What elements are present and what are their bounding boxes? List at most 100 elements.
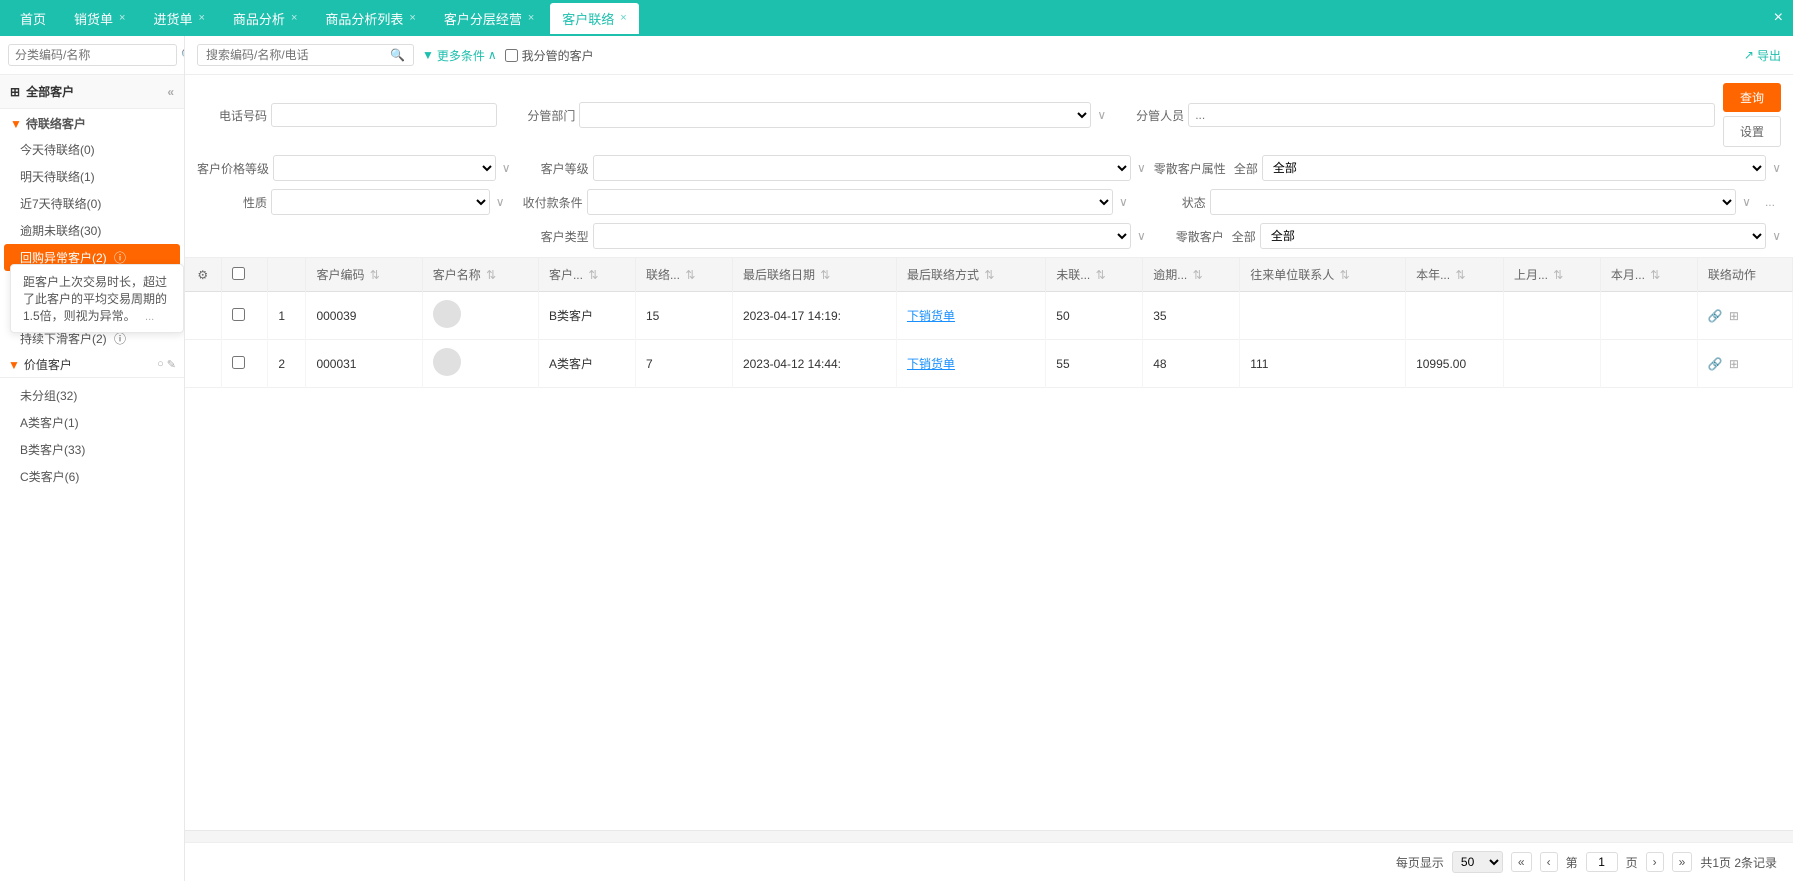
nav-tab-customer-contact[interactable]: 客户联络 ×: [550, 3, 638, 34]
scatter-attr-dropdown-icon[interactable]: ∨: [1772, 161, 1781, 175]
th-uncontacted[interactable]: 未联... ⇅: [1046, 258, 1143, 292]
th-gear[interactable]: ⚙: [185, 258, 221, 292]
filter-scatter-attr: 零散客户属性 全部 全部 ∨: [1154, 155, 1781, 181]
action-link-icon-2[interactable]: 🔗: [1708, 357, 1723, 371]
th-overdue[interactable]: 逾期... ⇅: [1143, 258, 1240, 292]
nav-tab-analysis-list[interactable]: 商品分析列表 ×: [313, 3, 427, 34]
th-code[interactable]: 客户编码 ⇅: [306, 258, 422, 292]
close-analysis-list-icon[interactable]: ×: [409, 12, 415, 24]
export-btn[interactable]: ↗ 导出: [1744, 47, 1781, 64]
nav-tab-analysis[interactable]: 商品分析 ×: [221, 3, 309, 34]
sidebar-search-input[interactable]: [8, 44, 177, 66]
bottom-scrollbar[interactable]: [185, 830, 1793, 842]
all-customers-header[interactable]: ⊞ 全部客户 «: [0, 75, 184, 109]
nav-tab-home[interactable]: 首页: [8, 3, 58, 34]
sidebar-item-tomorrow[interactable]: 明天待联络(1): [0, 163, 184, 190]
settings-btn[interactable]: 设置: [1723, 116, 1781, 147]
search-bar-icon[interactable]: 🔍: [390, 48, 405, 62]
nav-tab-customer-tier[interactable]: 客户分层经营 ×: [432, 3, 546, 34]
sort-date-icon: ⇅: [820, 268, 830, 282]
filter-more-btn[interactable]: ...: [1759, 195, 1781, 209]
last-way-link-2[interactable]: 下销货单: [907, 357, 955, 371]
close-all-icon[interactable]: ×: [1774, 9, 1783, 27]
th-contact[interactable]: 联络... ⇅: [635, 258, 732, 292]
scatter-dropdown-icon[interactable]: ∨: [1772, 229, 1781, 243]
td-unit-contact-2: 111: [1240, 340, 1406, 388]
phone-input[interactable]: [271, 103, 497, 127]
my-customers-checkbox-label[interactable]: 我分管的客户: [505, 47, 594, 64]
th-this-year[interactable]: 本年... ⇅: [1406, 258, 1504, 292]
sidebar-item-class-b[interactable]: B类客户(33): [0, 436, 184, 463]
per-page-select[interactable]: 50 20 100: [1452, 851, 1503, 873]
sidebar-item-class-c[interactable]: C类客户(6): [0, 463, 184, 490]
sidebar-collapse-icon[interactable]: «: [167, 85, 174, 99]
scatter-select[interactable]: 全部: [1260, 223, 1766, 249]
th-last-contact-way[interactable]: 最后联络方式 ⇅: [896, 258, 1045, 292]
row-2-checkbox[interactable]: [232, 356, 245, 369]
td-action-2: 🔗 ⊞: [1697, 340, 1792, 388]
last-way-link-1[interactable]: 下销货单: [907, 309, 955, 323]
status-dropdown-icon[interactable]: ∨: [1742, 195, 1751, 209]
search-bar: 🔍 ▼ 更多条件 ∧ 我分管的客户 ↗ 导出: [185, 36, 1793, 75]
th-this-month[interactable]: 本月... ⇅: [1600, 258, 1697, 292]
td-checkbox-2: [221, 340, 268, 388]
sidebar: 🔍 ⊞ 全部客户 « ▼ 待联络客户 今天待联络(0) 明天待联络(1) 近7天…: [0, 36, 185, 881]
sidebar-item-class-a[interactable]: A类客户(1): [0, 409, 184, 436]
search-input[interactable]: [206, 48, 386, 62]
td-last-way-2[interactable]: 下销货单: [896, 340, 1045, 388]
tooltip-more-icon[interactable]: ...: [145, 311, 154, 323]
close-customer-contact-icon[interactable]: ×: [620, 12, 626, 24]
status-label: 状态: [1136, 194, 1206, 211]
td-last-way-1[interactable]: 下销货单: [896, 292, 1045, 340]
sidebar-item-ungroup[interactable]: 未分组(32): [0, 382, 184, 409]
last-page-btn[interactable]: »: [1672, 852, 1693, 872]
query-btn[interactable]: 查询: [1723, 83, 1781, 112]
next-page-btn[interactable]: ›: [1646, 852, 1664, 872]
more-conditions-btn[interactable]: ▼ 更多条件 ∧: [422, 47, 497, 64]
sidebar-item-today[interactable]: 今天待联络(0): [0, 136, 184, 163]
select-all-checkbox[interactable]: [232, 267, 245, 280]
price-tier-dropdown-icon[interactable]: ∨: [502, 161, 511, 175]
status-select[interactable]: [1210, 189, 1736, 215]
value-group-edit-icon[interactable]: ✎: [167, 358, 176, 371]
dept-select[interactable]: [579, 102, 1091, 128]
th-unit-contact[interactable]: 往来单位联系人 ⇅: [1240, 258, 1406, 292]
td-last-month-1: [1503, 292, 1600, 340]
pending-group-label[interactable]: ▼ 待联络客户: [0, 109, 184, 136]
price-tier-select[interactable]: [273, 155, 496, 181]
action-grid-icon-1[interactable]: ⊞: [1729, 309, 1739, 323]
nav-tab-purchase[interactable]: 进货单 ×: [141, 3, 216, 34]
sidebar-item-overdue[interactable]: 逾期未联络(30): [0, 217, 184, 244]
close-customer-tier-icon[interactable]: ×: [528, 12, 534, 24]
nav-tab-sales[interactable]: 销货单 ×: [62, 3, 137, 34]
row-1-checkbox[interactable]: [232, 308, 245, 321]
value-group-circle-icon[interactable]: ○: [157, 358, 164, 371]
payment-dropdown-icon[interactable]: ∨: [1119, 195, 1128, 209]
page-input[interactable]: [1586, 852, 1618, 872]
action-link-icon-1[interactable]: 🔗: [1708, 309, 1723, 323]
th-name[interactable]: 客户名称 ⇅: [422, 258, 538, 292]
cust-type-select[interactable]: [593, 223, 1131, 249]
action-grid-icon-2[interactable]: ⊞: [1729, 357, 1739, 371]
th-last-contact-date[interactable]: 最后联络日期 ⇅: [732, 258, 896, 292]
nature-select[interactable]: [271, 189, 490, 215]
cust-tier-select[interactable]: [593, 155, 1131, 181]
close-sales-icon[interactable]: ×: [119, 12, 125, 24]
payment-select[interactable]: [587, 189, 1113, 215]
th-last-month[interactable]: 上月... ⇅: [1503, 258, 1600, 292]
close-analysis-icon[interactable]: ×: [291, 12, 297, 24]
th-type[interactable]: 客户... ⇅: [538, 258, 635, 292]
scatter-attr-select[interactable]: 全部: [1262, 155, 1766, 181]
sidebar-search-icon[interactable]: 🔍: [181, 48, 185, 62]
dept-dropdown-icon[interactable]: ∨: [1097, 108, 1106, 122]
my-customers-checkbox[interactable]: [505, 49, 518, 62]
nature-dropdown-icon[interactable]: ∨: [496, 195, 505, 209]
close-purchase-icon[interactable]: ×: [198, 12, 204, 24]
sidebar-item-7days[interactable]: 近7天待联络(0): [0, 190, 184, 217]
cust-type-dropdown-icon[interactable]: ∨: [1137, 229, 1146, 243]
prev-page-btn[interactable]: ‹: [1540, 852, 1558, 872]
first-page-btn[interactable]: «: [1511, 852, 1532, 872]
cust-tier-dropdown-icon[interactable]: ∨: [1137, 161, 1146, 175]
td-overdue-2: 48: [1143, 340, 1240, 388]
manager-input[interactable]: [1188, 103, 1715, 127]
